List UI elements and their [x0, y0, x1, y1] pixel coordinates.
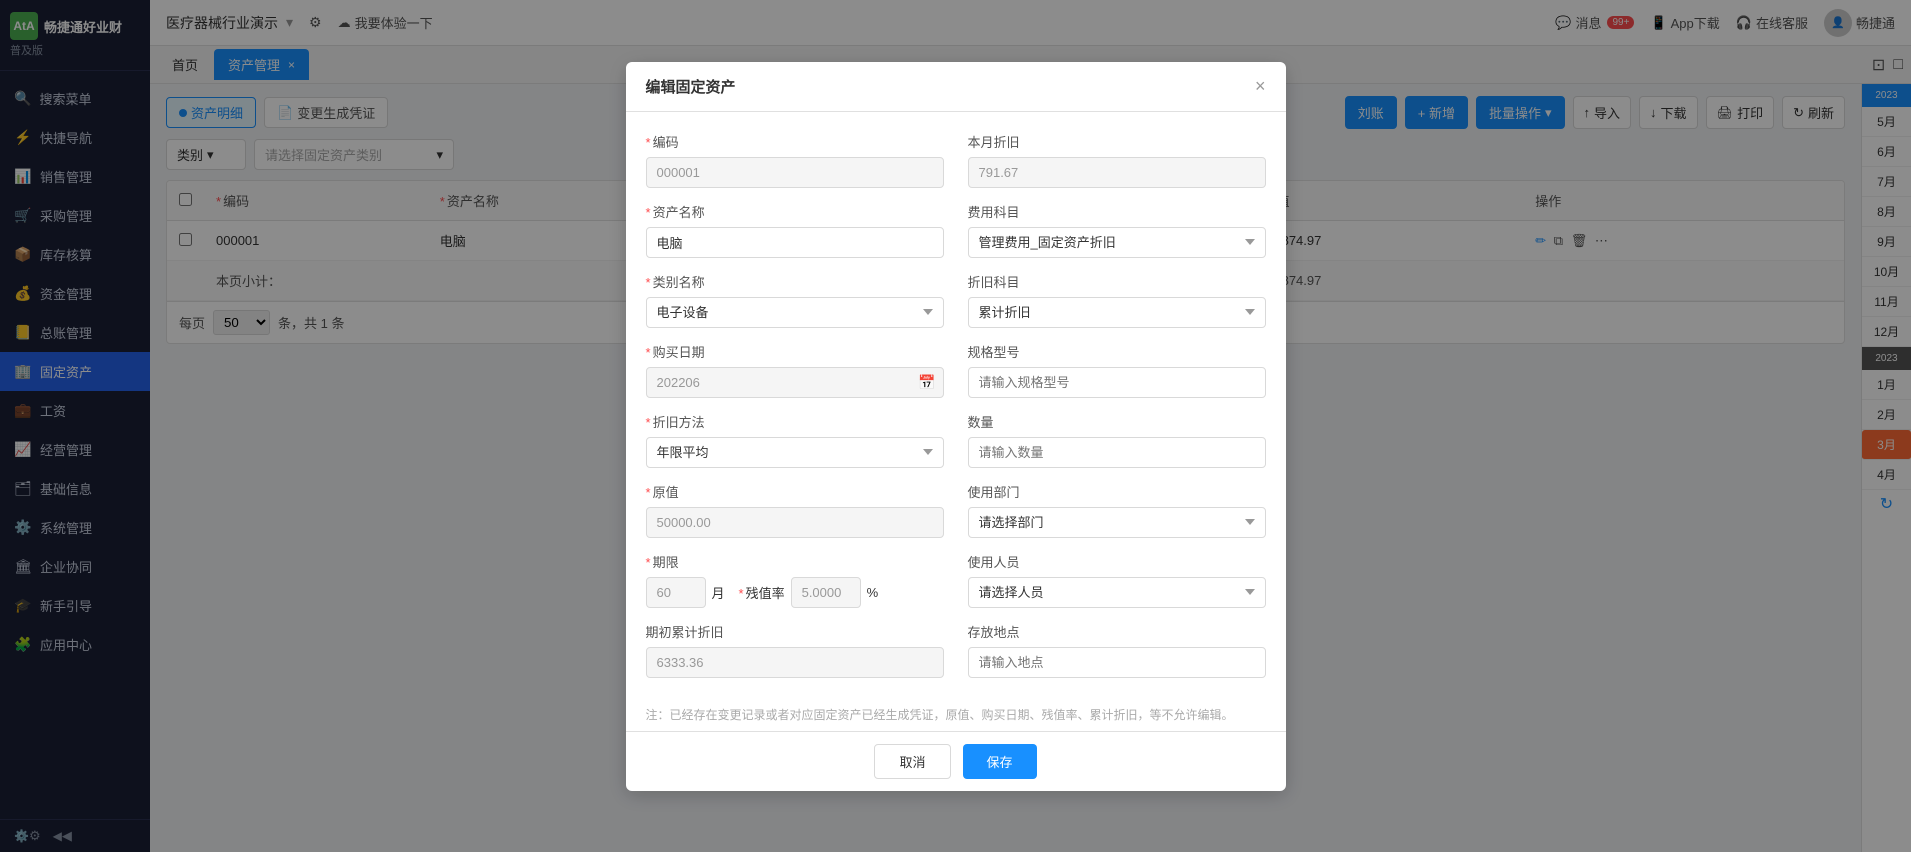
dep-method-label: *折旧方法: [646, 412, 705, 431]
modal-title: 编辑固定资产: [646, 76, 736, 97]
field-location-row: 存放地点: [968, 622, 1266, 641]
field-period-residual: *期限 月 *残值率 %: [646, 552, 944, 608]
edit-asset-modal: 编辑固定资产 × *编码 *资产名称: [626, 62, 1286, 791]
location-label: 存放地点: [968, 622, 1020, 641]
original-value-input[interactable]: [646, 507, 944, 538]
asset-name-label: *资产名称: [646, 202, 705, 221]
code-input[interactable]: [646, 157, 944, 188]
asset-name-input[interactable]: [646, 227, 944, 258]
field-category: *类别名称 电子设备: [646, 272, 944, 328]
code-label: *编码: [646, 132, 679, 151]
field-category-row: *类别名称: [646, 272, 944, 291]
field-initial-dep-row: 期初累计折旧: [646, 622, 944, 641]
field-monthly-dep-row: 本月折旧: [968, 132, 1266, 151]
field-department: 使用部门 请选择部门: [968, 482, 1266, 538]
expense-subject-label: 费用科目: [968, 202, 1020, 221]
residual-rate-label: *残值率: [739, 583, 785, 602]
department-label: 使用部门: [968, 482, 1020, 501]
field-purchase-date: *购买日期 📅: [646, 342, 944, 398]
field-spec: 规格型号: [968, 342, 1266, 398]
field-expense-subject: 费用科目 管理费用_固定资产折旧: [968, 202, 1266, 258]
dep-subject-select[interactable]: 累计折旧: [968, 297, 1266, 328]
period-label: *期限: [646, 552, 679, 571]
field-original-value: *原值: [646, 482, 944, 538]
field-user-row: 使用人员: [968, 552, 1266, 571]
cancel-button[interactable]: 取消: [874, 744, 950, 779]
quantity-input[interactable]: [968, 437, 1266, 468]
form-section-right: 本月折旧 费用科目 管理费用_固定资产折旧: [968, 132, 1266, 678]
spec-input[interactable]: [968, 367, 1266, 398]
residual-rate-unit: %: [867, 585, 879, 600]
expense-subject-select[interactable]: 管理费用_固定资产折旧: [968, 227, 1266, 258]
field-spec-row: 规格型号: [968, 342, 1266, 361]
field-code-row: *编码: [646, 132, 944, 151]
category-select[interactable]: 电子设备: [646, 297, 944, 328]
field-depreciation-method: *折旧方法 年限平均: [646, 412, 944, 468]
modal-note: 注：已经存在变更记录或者对应固定资产已经生成凭证，原值、购买日期、残值率、累计折…: [626, 698, 1286, 731]
field-expense-subject-row: 费用科目: [968, 202, 1266, 221]
field-user: 使用人员 请选择人员: [968, 552, 1266, 608]
field-dep-subject: 折旧科目 累计折旧: [968, 272, 1266, 328]
purchase-date-input[interactable]: [646, 367, 944, 398]
residual-rate-input[interactable]: [791, 577, 861, 608]
field-original-value-row: *原值: [646, 482, 944, 501]
dep-subject-label: 折旧科目: [968, 272, 1020, 291]
modal-overlay: 编辑固定资产 × *编码 *资产名称: [0, 0, 1911, 852]
field-quantity: 数量: [968, 412, 1266, 468]
field-dep-method-row: *折旧方法: [646, 412, 944, 431]
user-label: 使用人员: [968, 552, 1020, 571]
field-asset-name-row: *资产名称: [646, 202, 944, 221]
field-asset-name: *资产名称: [646, 202, 944, 258]
field-period-row: *期限: [646, 552, 944, 571]
spec-label: 规格型号: [968, 342, 1020, 361]
category-label: *类别名称: [646, 272, 705, 291]
field-initial-depreciation: 期初累计折旧: [646, 622, 944, 678]
form-section-left: *编码 *资产名称 *类别名称: [646, 132, 944, 678]
modal-header: 编辑固定资产 ×: [626, 62, 1286, 112]
location-input[interactable]: [968, 647, 1266, 678]
modal-close-button[interactable]: ×: [1255, 76, 1266, 97]
monthly-dep-label: 本月折旧: [968, 132, 1020, 151]
save-button[interactable]: 保存: [963, 744, 1037, 779]
initial-dep-input[interactable]: [646, 647, 944, 678]
depreciation-method-select[interactable]: 年限平均: [646, 437, 944, 468]
initial-dep-label: 期初累计折旧: [646, 622, 724, 641]
modal-body: *编码 *资产名称 *类别名称: [626, 112, 1286, 698]
form-grid: *编码 *资产名称 *类别名称: [646, 132, 1266, 678]
calendar-icon[interactable]: 📅: [918, 374, 935, 391]
modal-footer: 取消 保存: [626, 731, 1286, 791]
field-department-row: 使用部门: [968, 482, 1266, 501]
monthly-dep-input[interactable]: [968, 157, 1266, 188]
period-input[interactable]: [646, 577, 706, 608]
purchase-date-label: *购买日期: [646, 342, 705, 361]
field-purchase-date-row: *购买日期: [646, 342, 944, 361]
field-monthly-dep: 本月折旧: [968, 132, 1266, 188]
field-location: 存放地点: [968, 622, 1266, 678]
quantity-label: 数量: [968, 412, 994, 431]
original-value-label: *原值: [646, 482, 679, 501]
period-unit: 月: [712, 583, 725, 602]
user-select[interactable]: 请选择人员: [968, 577, 1266, 608]
field-code: *编码: [646, 132, 944, 188]
department-select[interactable]: 请选择部门: [968, 507, 1266, 538]
field-dep-subject-row: 折旧科目: [968, 272, 1266, 291]
field-quantity-row: 数量: [968, 412, 1266, 431]
